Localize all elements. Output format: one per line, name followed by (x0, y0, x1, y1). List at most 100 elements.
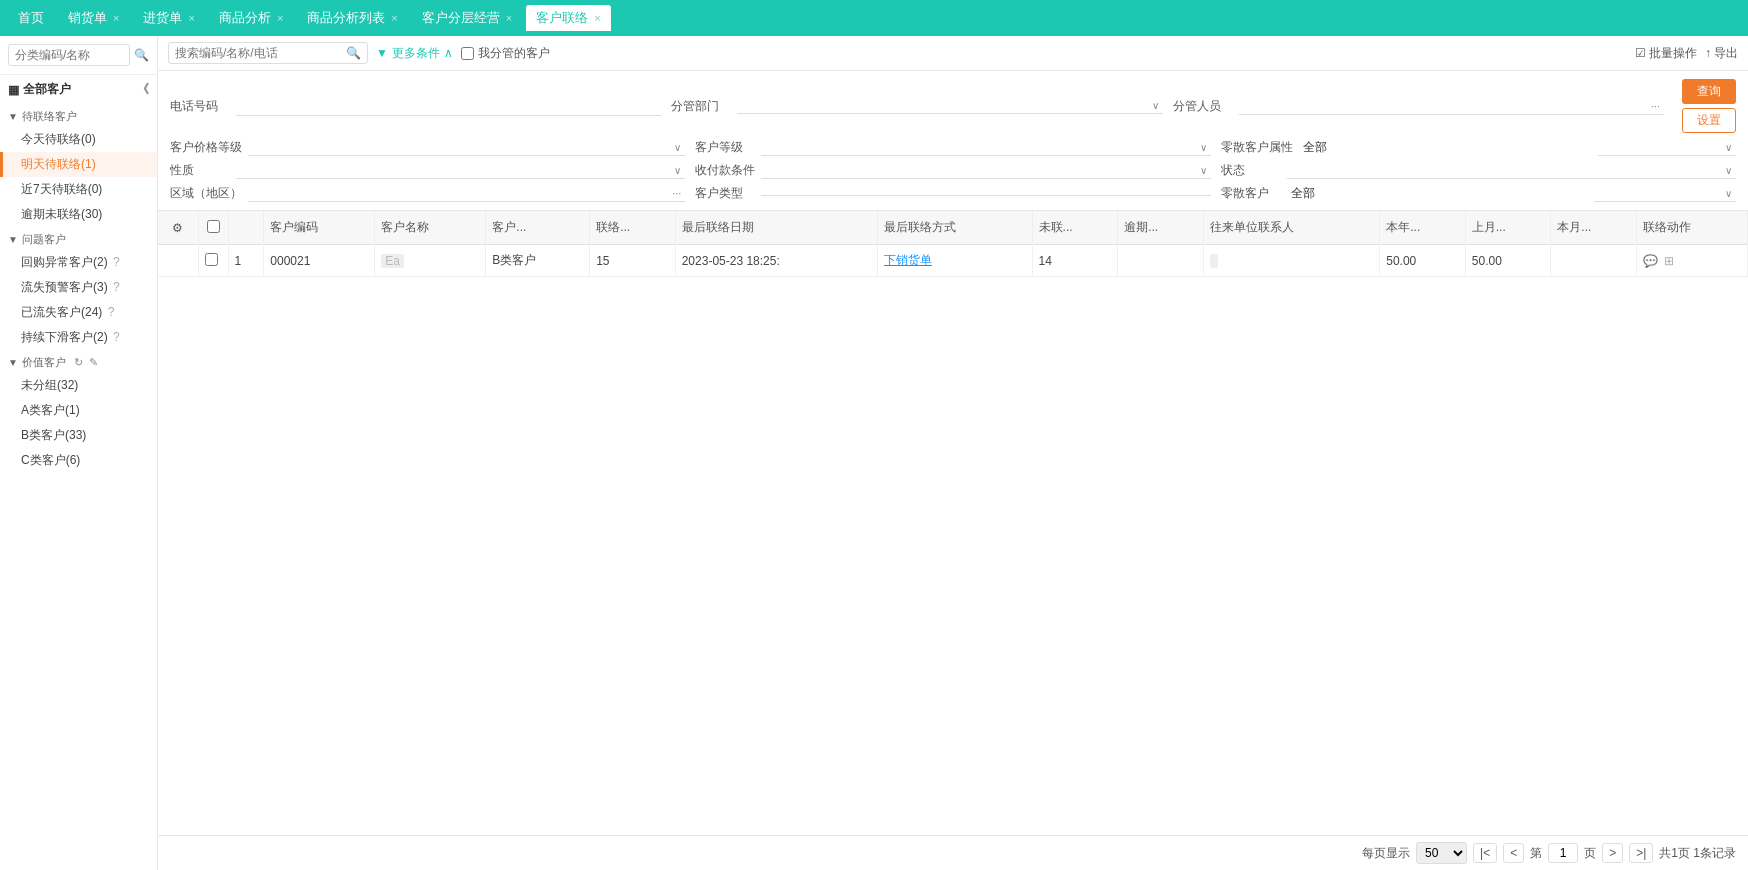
dept-select[interactable]: ∨ (737, 98, 1162, 114)
toolbar-search-input[interactable] (175, 46, 342, 60)
more-icon[interactable]: ··· (1651, 100, 1660, 112)
row-last-method[interactable]: 下销货单 (877, 245, 1032, 277)
close-icon[interactable]: × (506, 12, 512, 24)
col-name[interactable]: 客户名称 (375, 211, 486, 245)
col-gear[interactable]: ⚙ (158, 211, 198, 245)
filter-actions: 查询 设置 (1682, 79, 1736, 133)
retail-attr-select[interactable]: ∨ (1598, 140, 1736, 156)
close-icon[interactable]: × (113, 12, 119, 24)
search-icon[interactable]: 🔍 (134, 48, 149, 62)
col-type[interactable]: 客户... (486, 211, 590, 245)
sidebar-item-class-a[interactable]: A类客户(1) (0, 398, 157, 423)
col-code[interactable]: 客户编码 (264, 211, 375, 245)
sidebar-item-overdue-contact[interactable]: 逾期未联络(30) (0, 202, 157, 227)
close-icon[interactable]: × (277, 12, 283, 24)
nav-product-analysis-list[interactable]: 商品分析列表 × (297, 5, 407, 31)
nav-home[interactable]: 首页 (8, 5, 54, 31)
sidebar-item-class-c[interactable]: C类客户(6) (0, 448, 157, 473)
info-icon: ? (113, 255, 120, 269)
customer-type-select[interactable] (761, 191, 1210, 196)
sidebar-item-today-contact[interactable]: 今天待联络(0) (0, 127, 157, 152)
status-select[interactable]: ∨ (1287, 163, 1736, 179)
chevron-down-icon: ∨ (1200, 142, 1207, 153)
person-select[interactable]: ··· (1239, 98, 1664, 115)
sidebar-item-7day-contact[interactable]: 近7天待联络(0) (0, 177, 157, 202)
sidebar-item-churn-warning[interactable]: 流失预警客户(3) ? (0, 275, 157, 300)
sidebar-item-declining[interactable]: 持续下滑客户(2) ? (0, 325, 157, 350)
nav-customer-layered[interactable]: 客户分层经营 × (412, 5, 522, 31)
search-icon[interactable]: 🔍 (346, 46, 361, 60)
sidebar-search-input[interactable] (8, 44, 130, 66)
my-customers-checkbox[interactable]: 我分管的客户 (461, 45, 550, 62)
qr-icon[interactable]: ⊞ (1664, 254, 1674, 268)
row-name: Ea (375, 245, 486, 277)
prev-page-button[interactable]: < (1503, 843, 1524, 863)
col-this-year[interactable]: 本年... (1380, 211, 1466, 245)
grid-icon: ▦ (8, 83, 19, 97)
col-contact[interactable]: 联络... (590, 211, 676, 245)
more-filter-button[interactable]: ▼ 更多条件 ∧ (376, 45, 453, 62)
settings-button[interactable]: 设置 (1682, 108, 1736, 133)
edit-icon[interactable]: ✎ (89, 356, 98, 369)
phone-input[interactable] (236, 97, 661, 116)
row-overdue (1118, 245, 1204, 277)
select-all-checkbox[interactable] (207, 220, 220, 233)
collapse-icon[interactable]: 《 (137, 81, 149, 98)
filter-region: 区域（地区） ··· (170, 185, 685, 202)
sidebar-search-area: 🔍 (0, 36, 157, 75)
toolbar-search-box[interactable]: 🔍 (168, 42, 368, 64)
sidebar-group-pending[interactable]: ▼ 待联络客户 (0, 104, 157, 127)
row-checkbox[interactable] (198, 245, 228, 277)
col-uncontact[interactable]: 未联... (1032, 211, 1118, 245)
col-unit-contact[interactable]: 往来单位联系人 (1203, 211, 1380, 245)
col-action: 联络动作 (1636, 211, 1747, 245)
page-input[interactable] (1548, 843, 1578, 863)
sidebar-item-tomorrow-contact[interactable]: 明天待联络(1) (0, 152, 157, 177)
chevron-down-icon: ∨ (1200, 165, 1207, 176)
comment-icon[interactable]: 💬 (1643, 254, 1658, 268)
sidebar-group-value[interactable]: ▼ 价值客户 ↻ ✎ (0, 350, 157, 373)
close-icon[interactable]: × (594, 12, 600, 24)
more-icon[interactable]: ··· (672, 187, 681, 199)
region-select[interactable]: ··· (248, 185, 685, 202)
next-page-button[interactable]: > (1602, 843, 1623, 863)
row-gear (158, 245, 198, 277)
last-page-button[interactable]: >| (1629, 843, 1653, 863)
nav-purchase-order[interactable]: 进货单 × (133, 5, 204, 31)
per-page-select[interactable]: 50 100 (1416, 842, 1467, 864)
sidebar-item-ungrouped[interactable]: 未分组(32) (0, 373, 157, 398)
close-icon[interactable]: × (188, 12, 194, 24)
query-button[interactable]: 查询 (1682, 79, 1736, 104)
customer-level-select[interactable]: ∨ (761, 140, 1210, 156)
col-last-date[interactable]: 最后联络日期 (675, 211, 877, 245)
refresh-icon[interactable]: ↻ (74, 356, 83, 369)
col-last-month[interactable]: 上月... (1465, 211, 1551, 245)
sidebar-group-problem[interactable]: ▼ 问题客户 (0, 227, 157, 250)
nav-customer-contact[interactable]: 客户联络 × (526, 5, 610, 31)
first-page-button[interactable]: |< (1473, 843, 1497, 863)
col-this-month[interactable]: 本月... (1551, 211, 1637, 245)
retail-customer-select[interactable]: ∨ (1594, 186, 1736, 202)
last-method-link[interactable]: 下销货单 (884, 253, 932, 267)
filter-row-2: 客户价格等级 ∨ 客户等级 ∨ 零散客户属性 全部 ∨ (170, 139, 1736, 156)
sidebar-item-repurchase-abnormal[interactable]: 回购异常客户(2) ? (0, 250, 157, 275)
col-last-method[interactable]: 最后联络方式 (877, 211, 1032, 245)
sidebar-all-customers[interactable]: ▦ 全部客户 《 (0, 75, 157, 104)
toolbar-right: ☑ 批量操作 ↑ 导出 (1635, 45, 1738, 62)
price-level-select[interactable]: ∨ (248, 140, 685, 156)
col-overdue[interactable]: 逾期... (1118, 211, 1204, 245)
nature-select[interactable]: ∨ (236, 163, 685, 179)
my-customers-check[interactable] (461, 47, 474, 60)
export-button[interactable]: ↑ 导出 (1705, 45, 1738, 62)
top-nav: 首页 销货单 × 进货单 × 商品分析 × 商品分析列表 × 客户分层经营 × … (0, 0, 1748, 36)
row-select-checkbox[interactable] (205, 253, 218, 266)
nav-sales-order[interactable]: 销货单 × (58, 5, 129, 31)
col-checkbox[interactable] (198, 211, 228, 245)
batch-operation-button[interactable]: ☑ 批量操作 (1635, 45, 1697, 62)
close-icon[interactable]: × (391, 12, 397, 24)
row-no: 1 (228, 245, 264, 277)
sidebar-item-class-b[interactable]: B类客户(33) (0, 423, 157, 448)
nav-product-analysis[interactable]: 商品分析 × (209, 5, 293, 31)
payment-select[interactable]: ∨ (761, 163, 1210, 179)
sidebar-item-churned[interactable]: 已流失客户(24) ? (0, 300, 157, 325)
